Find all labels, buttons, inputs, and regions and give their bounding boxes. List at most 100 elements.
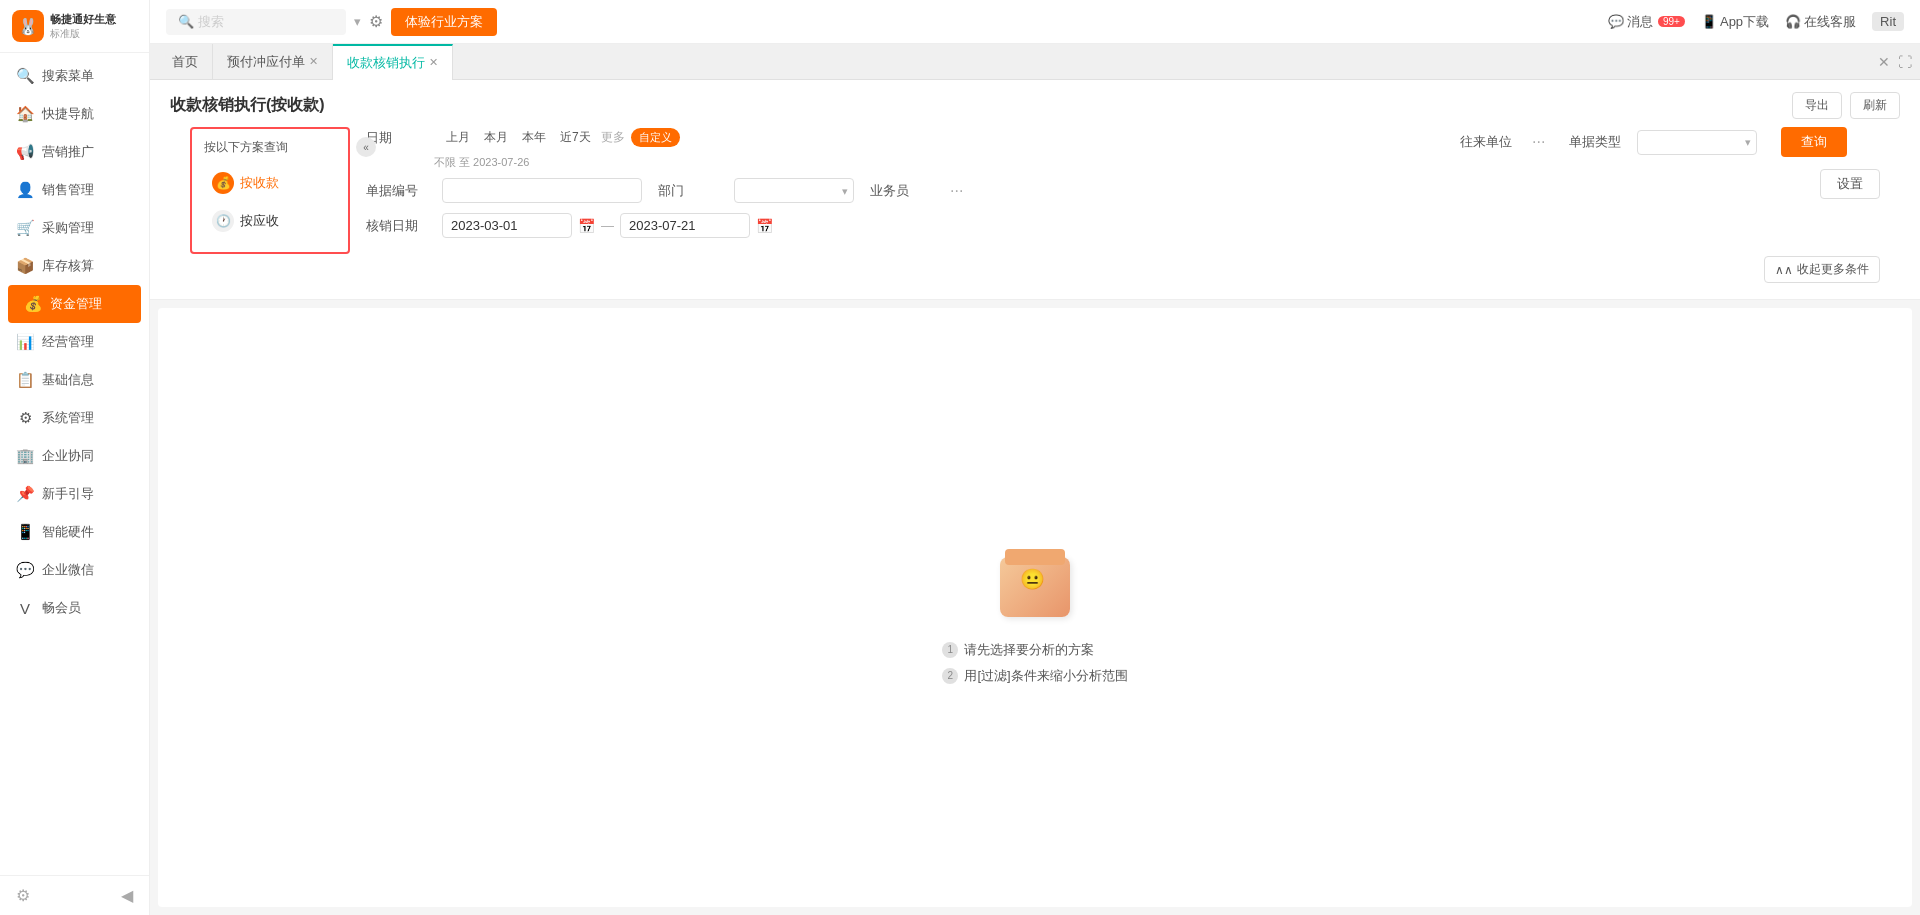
top-search-bar[interactable]: 🔍 搜索 — [166, 9, 346, 35]
tab-expand-icon[interactable]: ⛶ — [1898, 54, 1912, 70]
filter-row-date: 日期 上月 本月 本年 近7天 更多 自定义 — [366, 127, 1444, 148]
verify-date-label: 核销日期 — [366, 217, 426, 235]
verify-date-start[interactable] — [442, 213, 572, 238]
collapse-sidebar-icon[interactable]: ◀ — [121, 886, 133, 905]
filter-panel: 按以下方案查询 💰 按收款 🕐 按应收 — [190, 127, 350, 254]
date-7days[interactable]: 近7天 — [556, 127, 595, 148]
sidebar-item-wechat[interactable]: 💬 企业微信 — [0, 551, 149, 589]
date-range-dash: — — [601, 218, 614, 233]
tab-receipt-close[interactable]: ✕ — [429, 56, 438, 69]
sidebar-item-basic[interactable]: 📋 基础信息 — [0, 361, 149, 399]
settings-btn[interactable]: 设置 — [1820, 169, 1880, 199]
verify-date-start-cal-icon[interactable]: 📅 — [578, 218, 595, 234]
sidebar-label-finance: 资金管理 — [50, 295, 102, 313]
logo-app-name: 畅捷通好生意 — [50, 12, 116, 27]
tab-close-all-icon[interactable]: ✕ — [1878, 54, 1890, 70]
top-header-right: 💬 消息 99+ 📱 App下载 🎧 在线客服 Rit — [1608, 12, 1904, 31]
sidebar-label-basic: 基础信息 — [42, 371, 94, 389]
sidebar-item-system[interactable]: ⚙ 系统管理 — [0, 399, 149, 437]
industry-btn[interactable]: 体验行业方案 — [391, 8, 497, 36]
header-settings-icon[interactable]: ⚙ — [369, 12, 383, 31]
message-label: 消息 — [1627, 13, 1653, 31]
sidebar-label-purchase: 采购管理 — [42, 219, 94, 237]
header-dropdown-icon[interactable]: ▾ — [354, 14, 361, 29]
hint-text-2: 用[过滤]条件来缩小分析范围 — [964, 663, 1127, 689]
sidebar-item-business[interactable]: 📊 经营管理 — [0, 323, 149, 361]
empty-face: 😐 — [1020, 567, 1045, 591]
message-btn[interactable]: 💬 消息 99+ — [1608, 13, 1685, 31]
app-download-btn[interactable]: 📱 App下载 — [1701, 13, 1769, 31]
sidebar: 🐰 畅捷通好生意 标准版 🔍 搜索菜单 🏠 快捷导航 📢 营销推广 👤 销售管理… — [0, 0, 150, 915]
tab-home[interactable]: 首页 — [158, 44, 213, 80]
dept-select-wrapper — [734, 178, 854, 203]
sidebar-bottom: ⚙ ◀ — [0, 875, 149, 915]
staff-label: 业务员 — [870, 182, 930, 200]
verify-date-end-cal-icon[interactable]: 📅 — [756, 218, 773, 234]
sidebar-item-purchase[interactable]: 🛒 采购管理 — [0, 209, 149, 247]
dept-select[interactable] — [734, 178, 854, 203]
sidebar-item-quicknav[interactable]: 🏠 快捷导航 — [0, 95, 149, 133]
date-this-month[interactable]: 本月 — [480, 127, 512, 148]
filter-right: 日期 上月 本月 本年 近7天 更多 自定义 — [366, 127, 1880, 287]
sidebar-item-member[interactable]: V 畅会员 — [0, 589, 149, 627]
logo-text: 畅捷通好生意 标准版 — [50, 12, 116, 41]
filter-option-by-receivable[interactable]: 🕐 按应收 — [204, 204, 336, 238]
doc-type-select[interactable] — [1637, 130, 1757, 155]
filter-option-by-receipt[interactable]: 💰 按收款 — [204, 166, 336, 200]
sidebar-label-member: 畅会员 — [42, 599, 81, 617]
sidebar-item-marketing[interactable]: 📢 营销推广 — [0, 133, 149, 171]
date-last-month[interactable]: 上月 — [442, 127, 474, 148]
sidebar-label-sales: 销售管理 — [42, 181, 94, 199]
export-btn[interactable]: 导出 — [1792, 92, 1842, 119]
tab-receipt-label: 收款核销执行 — [347, 54, 425, 72]
sidebar-label-hardware: 智能硬件 — [42, 523, 94, 541]
settings-bottom-icon[interactable]: ⚙ — [16, 886, 30, 905]
purchase-icon: 🛒 — [16, 219, 34, 237]
tab-prepay[interactable]: 预付冲应付单 ✕ — [213, 44, 333, 80]
partner-ellipsis[interactable]: ··· — [1532, 133, 1545, 151]
app-icon: 📱 — [1701, 14, 1717, 29]
service-icon: 🎧 — [1785, 14, 1801, 29]
verify-date-end[interactable] — [620, 213, 750, 238]
basic-icon: 📋 — [16, 371, 34, 389]
hint-item-2: 2 用[过滤]条件来缩小分析范围 — [942, 663, 1127, 689]
system-icon: ⚙ — [16, 409, 34, 427]
sidebar-item-corp[interactable]: 🏢 企业协同 — [0, 437, 149, 475]
query-btn[interactable]: 查询 — [1781, 127, 1847, 157]
sidebar-item-finance[interactable]: 💰 资金管理 — [8, 285, 141, 323]
filter-row-verify-date: 核销日期 📅 — 📅 — [366, 213, 1444, 238]
user-avatar[interactable]: Rit — [1872, 12, 1904, 31]
date-range-text: 不限 至 2023-07-26 — [434, 156, 529, 168]
hint-num-2: 2 — [942, 668, 958, 684]
sidebar-item-inventory[interactable]: 📦 库存核算 — [0, 247, 149, 285]
by-receipt-label: 按收款 — [240, 174, 279, 192]
service-label: 在线客服 — [1804, 13, 1856, 31]
business-icon: 📊 — [16, 333, 34, 351]
date-custom[interactable]: 自定义 — [631, 128, 680, 147]
inventory-icon: 📦 — [16, 257, 34, 275]
search-placeholder: 搜索 — [198, 13, 224, 31]
panel-collapse-btn[interactable]: « — [356, 137, 376, 157]
sidebar-item-hardware[interactable]: 📱 智能硬件 — [0, 513, 149, 551]
tab-bar-controls: ✕ ⛶ — [1878, 54, 1912, 70]
refresh-btn[interactable]: 刷新 — [1850, 92, 1900, 119]
service-btn[interactable]: 🎧 在线客服 — [1785, 13, 1856, 31]
collapse-more-btn[interactable]: ∧∧ 收起更多条件 — [1764, 256, 1880, 283]
sidebar-item-sales[interactable]: 👤 销售管理 — [0, 171, 149, 209]
home-icon: 🏠 — [16, 105, 34, 123]
sidebar-item-guide[interactable]: 📌 新手引导 — [0, 475, 149, 513]
tab-prepay-close[interactable]: ✕ — [309, 55, 318, 68]
sidebar-item-search[interactable]: 🔍 搜索菜单 — [0, 57, 149, 95]
tab-receipt[interactable]: 收款核销执行 ✕ — [333, 44, 453, 80]
docno-input[interactable] — [442, 178, 642, 203]
empty-state: 😐 1 请先选择要分析的方案 2 用[过滤]条件来缩小分析范围 — [158, 308, 1912, 907]
wechat-icon: 💬 — [16, 561, 34, 579]
sidebar-label-marketing: 营销推广 — [42, 143, 94, 161]
sidebar-label-quicknav: 快捷导航 — [42, 105, 94, 123]
sidebar-label-wechat: 企业微信 — [42, 561, 94, 579]
date-this-year[interactable]: 本年 — [518, 127, 550, 148]
collapse-up-icon: ∧∧ — [1775, 263, 1793, 277]
verify-date-group: 📅 — 📅 — [442, 213, 773, 238]
staff-ellipsis[interactable]: ··· — [950, 182, 963, 200]
date-more[interactable]: 更多 — [601, 129, 625, 146]
